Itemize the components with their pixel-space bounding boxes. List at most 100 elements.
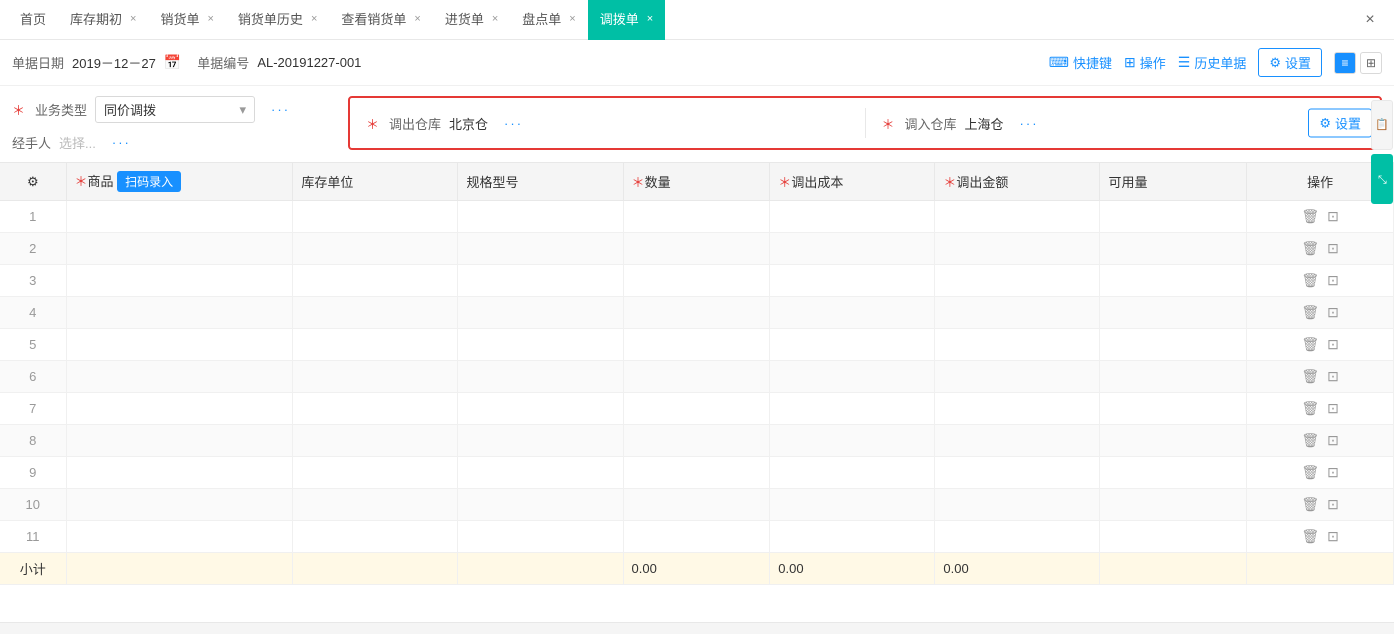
cell-qty[interactable]	[623, 265, 770, 297]
copy-row-button[interactable]: ⊡	[1327, 208, 1339, 225]
cell-amount[interactable]	[935, 297, 1100, 329]
cell-available[interactable]	[1100, 201, 1247, 233]
tab-sales[interactable]: 销货单 ×	[148, 0, 225, 40]
cell-goods[interactable]	[66, 393, 293, 425]
tab-inventory[interactable]: 盘点单 ×	[510, 0, 587, 40]
cell-goods[interactable]	[66, 425, 293, 457]
calendar-icon[interactable]: 📅	[164, 54, 181, 71]
copy-row-button[interactable]: ⊡	[1327, 336, 1339, 353]
cell-amount[interactable]	[935, 457, 1100, 489]
cell-spec[interactable]	[458, 265, 623, 297]
cell-available[interactable]	[1100, 329, 1247, 361]
person-placeholder[interactable]: 选择...	[59, 133, 96, 152]
out-warehouse-more[interactable]: ···	[504, 116, 523, 131]
shortcut-action[interactable]: ⌨ 快捷键	[1049, 53, 1112, 72]
cell-available[interactable]	[1100, 265, 1247, 297]
cell-unit[interactable]	[293, 233, 458, 265]
cell-spec[interactable]	[458, 201, 623, 233]
cell-available[interactable]	[1100, 425, 1247, 457]
cell-qty[interactable]	[623, 201, 770, 233]
cell-cost[interactable]	[770, 393, 935, 425]
cell-available[interactable]	[1100, 297, 1247, 329]
cell-goods[interactable]	[66, 521, 293, 553]
cell-cost[interactable]	[770, 233, 935, 265]
delete-row-button[interactable]: 🗑	[1301, 464, 1319, 481]
sidebar-expand-button[interactable]: ⤢	[1371, 154, 1393, 204]
tab-close-stock-init[interactable]: ×	[130, 13, 136, 25]
cell-unit[interactable]	[293, 521, 458, 553]
cell-amount[interactable]	[935, 329, 1100, 361]
in-warehouse-more[interactable]: ···	[1020, 116, 1039, 131]
cell-cost[interactable]	[770, 521, 935, 553]
cell-available[interactable]	[1100, 521, 1247, 553]
copy-row-button[interactable]: ⊡	[1327, 304, 1339, 321]
copy-row-button[interactable]: ⊡	[1327, 528, 1339, 545]
cell-unit[interactable]	[293, 393, 458, 425]
tab-close-transfer[interactable]: ×	[647, 13, 653, 25]
copy-row-button[interactable]: ⊡	[1327, 368, 1339, 385]
tab-close-view-sales[interactable]: ×	[414, 13, 420, 25]
tab-view-sales[interactable]: 查看销货单 ×	[329, 0, 432, 40]
tab-sales-history[interactable]: 销货单历史 ×	[226, 0, 329, 40]
delete-row-button[interactable]: 🗑	[1301, 432, 1319, 449]
cell-qty[interactable]	[623, 521, 770, 553]
delete-row-button[interactable]: 🗑	[1301, 304, 1319, 321]
cell-unit[interactable]	[293, 489, 458, 521]
horizontal-scrollbar[interactable]	[0, 622, 1394, 634]
cell-cost[interactable]	[770, 457, 935, 489]
copy-row-button[interactable]: ⊡	[1327, 272, 1339, 289]
delete-row-button[interactable]: 🗑	[1301, 272, 1319, 289]
window-close-button[interactable]: ×	[1354, 4, 1386, 36]
cell-unit[interactable]	[293, 297, 458, 329]
cell-unit[interactable]	[293, 265, 458, 297]
cell-goods[interactable]	[66, 265, 293, 297]
biz-type-more[interactable]: ···	[271, 102, 290, 117]
cell-unit[interactable]	[293, 425, 458, 457]
cell-qty[interactable]	[623, 297, 770, 329]
cell-spec[interactable]	[458, 361, 623, 393]
cell-spec[interactable]	[458, 457, 623, 489]
delete-row-button[interactable]: 🗑	[1301, 208, 1319, 225]
tab-stock-init[interactable]: 库存期初 ×	[58, 0, 148, 40]
cell-cost[interactable]	[770, 265, 935, 297]
delete-row-button[interactable]: 🗑	[1301, 336, 1319, 353]
cell-cost[interactable]	[770, 297, 935, 329]
cell-goods[interactable]	[66, 489, 293, 521]
cell-qty[interactable]	[623, 489, 770, 521]
person-more[interactable]: ···	[112, 135, 131, 150]
cell-goods[interactable]	[66, 361, 293, 393]
cell-qty[interactable]	[623, 233, 770, 265]
operation-action[interactable]: ⊞ 操作	[1124, 53, 1166, 72]
cell-amount[interactable]	[935, 265, 1100, 297]
cell-unit[interactable]	[293, 329, 458, 361]
cell-spec[interactable]	[458, 521, 623, 553]
cell-available[interactable]	[1100, 489, 1247, 521]
cell-amount[interactable]	[935, 233, 1100, 265]
cell-unit[interactable]	[293, 457, 458, 489]
cell-cost[interactable]	[770, 361, 935, 393]
tab-close-purchase[interactable]: ×	[492, 13, 498, 25]
biz-type-select[interactable]: 同价调拨 ▾	[95, 96, 255, 123]
copy-row-button[interactable]: ⊡	[1327, 240, 1339, 257]
delete-row-button[interactable]: 🗑	[1301, 528, 1319, 545]
cell-spec[interactable]	[458, 425, 623, 457]
scan-button[interactable]: 扫码录入	[117, 171, 181, 192]
cell-available[interactable]	[1100, 457, 1247, 489]
cell-amount[interactable]	[935, 201, 1100, 233]
view-list-btn[interactable]: ≡	[1334, 52, 1356, 74]
cell-spec[interactable]	[458, 233, 623, 265]
tab-close-sales[interactable]: ×	[207, 13, 213, 25]
cell-goods[interactable]	[66, 233, 293, 265]
cell-goods[interactable]	[66, 201, 293, 233]
cell-goods[interactable]	[66, 297, 293, 329]
delete-row-button[interactable]: 🗑	[1301, 240, 1319, 257]
tab-home[interactable]: 首页	[8, 0, 58, 40]
copy-row-button[interactable]: ⊡	[1327, 400, 1339, 417]
cell-amount[interactable]	[935, 393, 1100, 425]
cell-cost[interactable]	[770, 329, 935, 361]
sidebar-note-button[interactable]: 📋	[1371, 100, 1393, 150]
cell-cost[interactable]	[770, 201, 935, 233]
copy-row-button[interactable]: ⊡	[1327, 464, 1339, 481]
cell-qty[interactable]	[623, 457, 770, 489]
cell-amount[interactable]	[935, 425, 1100, 457]
